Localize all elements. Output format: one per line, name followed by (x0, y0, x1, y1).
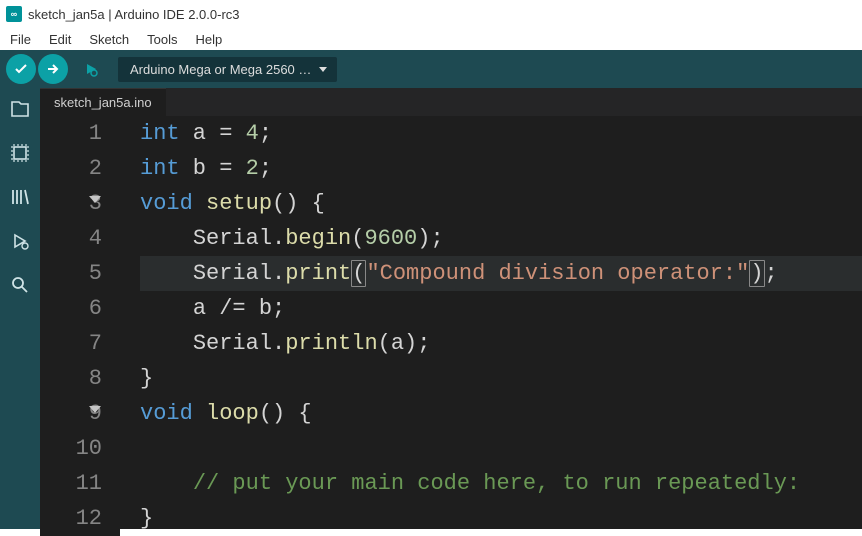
code-line: a /= b; (140, 291, 862, 326)
debug-icon[interactable] (5, 226, 35, 256)
fold-icon[interactable] (89, 406, 101, 413)
menu-file[interactable]: File (2, 30, 39, 49)
upload-button[interactable] (38, 54, 68, 84)
board-selector[interactable]: Arduino Mega or Mega 2560 … (118, 57, 337, 82)
code-line: int a = 4; (140, 116, 862, 151)
toolbar: Arduino Mega or Mega 2560 … (0, 50, 862, 88)
code-line: Serial.begin(9600); (140, 221, 862, 256)
debug-button[interactable] (76, 54, 106, 84)
code-line (140, 431, 862, 466)
search-icon[interactable] (5, 270, 35, 300)
board-name: Arduino Mega or Mega 2560 … (130, 62, 311, 77)
menubar: File Edit Sketch Tools Help (0, 28, 862, 50)
code-line: void loop() { (140, 396, 862, 431)
menu-help[interactable]: Help (187, 30, 230, 49)
code-line: int b = 2; (140, 151, 862, 186)
editor-area: sketch_jan5a.ino 1 2 3 4 5 6 7 8 9 10 11… (40, 88, 862, 529)
titlebar: ∞ sketch_jan5a | Arduino IDE 2.0.0-rc3 (0, 0, 862, 28)
code-line: Serial.print("Compound division operator… (140, 256, 862, 291)
arduino-logo-icon: ∞ (6, 6, 22, 22)
code-line: } (140, 361, 862, 396)
tab-bar: sketch_jan5a.ino (40, 88, 862, 116)
fold-icon[interactable] (89, 196, 101, 203)
sketchbook-icon[interactable] (5, 94, 35, 124)
code-line: } (140, 501, 862, 536)
code-line: // put your main code here, to run repea… (140, 466, 862, 501)
boards-manager-icon[interactable] (5, 138, 35, 168)
code-editor[interactable]: 1 2 3 4 5 6 7 8 9 10 11 12 int a = 4; in… (40, 116, 862, 536)
code-line: void setup() { (140, 186, 862, 221)
menu-tools[interactable]: Tools (139, 30, 185, 49)
file-tab[interactable]: sketch_jan5a.ino (40, 88, 166, 116)
activity-bar (0, 88, 40, 529)
window-title: sketch_jan5a | Arduino IDE 2.0.0-rc3 (28, 7, 240, 22)
library-manager-icon[interactable] (5, 182, 35, 212)
code-lines[interactable]: int a = 4; int b = 2; void setup() { Ser… (120, 116, 862, 536)
menu-sketch[interactable]: Sketch (81, 30, 137, 49)
verify-button[interactable] (6, 54, 36, 84)
menu-edit[interactable]: Edit (41, 30, 79, 49)
code-line: Serial.println(a); (140, 326, 862, 361)
line-gutter: 1 2 3 4 5 6 7 8 9 10 11 12 (40, 116, 120, 536)
